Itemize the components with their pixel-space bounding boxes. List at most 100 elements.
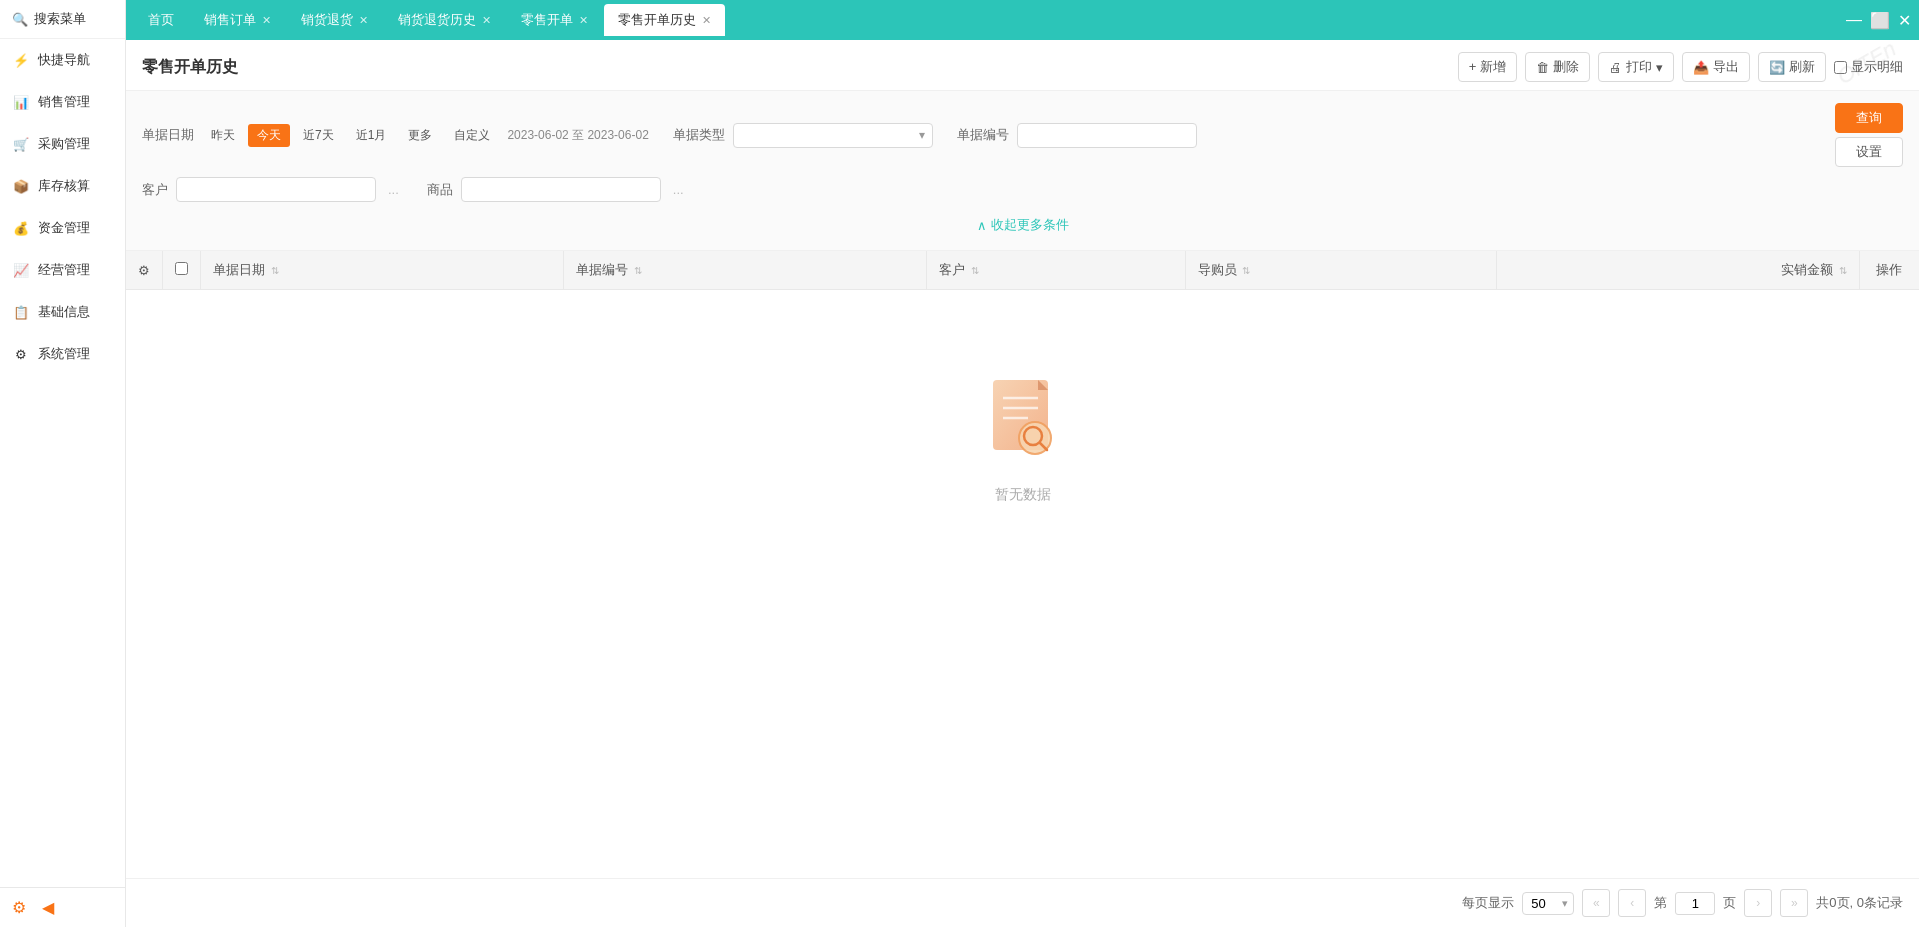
tab-sales-return[interactable]: 销货退货✕: [287, 4, 382, 36]
close-window-btn[interactable]: ✕: [1898, 11, 1911, 30]
sidebar-item-system[interactable]: ⚙ 系统管理: [0, 333, 125, 375]
date-filter-group: 单据日期 昨天今天近7天近1月更多自定义 2023-06-02 至 2023-0…: [142, 124, 649, 147]
print-button[interactable]: 🖨 打印 ▾: [1598, 52, 1674, 82]
tab-close-retail-open[interactable]: ✕: [579, 14, 588, 27]
sidebar-icon-sales-mgmt: 📊: [12, 93, 30, 111]
content-area: 零售开单历史 + 新增 🗑 删除 🖨 打印 ▾ 📤 导出 🔄: [126, 40, 1919, 927]
header-row: ⚙ 单据日期 ⇅ 单据编号 ⇅ 客户 ⇅: [126, 251, 1919, 290]
sidebar-item-inventory[interactable]: 📦 库存核算: [0, 165, 125, 207]
page-header: 零售开单历史 + 新增 🗑 删除 🖨 打印 ▾ 📤 导出 🔄: [126, 40, 1919, 91]
tab-close-sales-return-history[interactable]: ✕: [482, 14, 491, 27]
sidebar-label-basic-info: 基础信息: [38, 303, 90, 321]
th-actions: 操作: [1859, 251, 1919, 290]
next-page-btn[interactable]: ›: [1744, 889, 1772, 917]
select-all-checkbox[interactable]: [175, 262, 188, 275]
date-btn-last7[interactable]: 近7天: [294, 124, 343, 147]
sort-salesperson-icon: ⇅: [1242, 265, 1250, 276]
number-input[interactable]: [1017, 123, 1197, 148]
customer-dots[interactable]: ...: [384, 182, 403, 197]
display-toggle[interactable]: 显示明细: [1834, 58, 1903, 76]
empty-state: 暂无数据: [126, 290, 1919, 584]
page-label-pre: 第: [1654, 894, 1667, 912]
sidebar-label-purchase-mgmt: 采购管理: [38, 135, 90, 153]
date-filter-options: 昨天今天近7天近1月更多自定义: [202, 124, 499, 147]
prev-page-btn[interactable]: ‹: [1618, 889, 1646, 917]
date-btn-yesterday[interactable]: 昨天: [202, 124, 244, 147]
tab-label-sales-return-history: 销货退货历史: [398, 11, 476, 29]
sidebar-icon-purchase-mgmt: 🛒: [12, 135, 30, 153]
first-page-btn[interactable]: «: [1582, 889, 1610, 917]
th-amount[interactable]: 实销金额 ⇅: [1496, 251, 1859, 290]
restore-btn[interactable]: ⬜: [1870, 11, 1890, 30]
data-table: ⚙ 单据日期 ⇅ 单据编号 ⇅ 客户 ⇅: [126, 251, 1919, 290]
th-settings[interactable]: ⚙: [126, 251, 163, 290]
page-size-wrapper: 50 10 20 100: [1522, 892, 1574, 915]
type-select[interactable]: [733, 123, 933, 148]
collapse-icon: ∧: [977, 218, 987, 233]
th-salesperson[interactable]: 导购员 ⇅: [1185, 251, 1496, 290]
tab-home[interactable]: 首页: [134, 4, 188, 36]
date-range-display: 2023-06-02 至 2023-06-02: [507, 127, 648, 144]
sidebar-icon-operations: 📈: [12, 261, 30, 279]
main-area: 首页销售订单✕销货退货✕销货退货历史✕零售开单✕零售开单历史✕ — ⬜ ✕ 零售…: [126, 0, 1919, 927]
display-checkbox[interactable]: [1834, 61, 1847, 74]
sort-amount-icon: ⇅: [1839, 265, 1847, 276]
add-button[interactable]: + 新增: [1458, 52, 1517, 82]
export-button[interactable]: 📤 导出: [1682, 52, 1750, 82]
minimize-btn[interactable]: —: [1846, 11, 1862, 29]
sidebar-footer: ⚙ ◀: [0, 887, 125, 927]
settings-filter-button[interactable]: 设置: [1835, 137, 1903, 167]
customer-filter-label: 客户: [142, 181, 168, 199]
tab-sales-return-history[interactable]: 销货退货历史 ✕: [384, 4, 505, 36]
tab-close-sales-order[interactable]: ✕: [262, 14, 271, 27]
sidebar-item-sales-mgmt[interactable]: 📊 销售管理: [0, 81, 125, 123]
type-filter-group: 单据类型: [673, 123, 933, 148]
sidebar-item-operations[interactable]: 📈 经营管理: [0, 249, 125, 291]
page-total: 共0页, 0条记录: [1816, 894, 1903, 912]
sidebar-label-operations: 经营管理: [38, 261, 90, 279]
tab-retail-open[interactable]: 零售开单 ✕: [507, 4, 602, 36]
collapse-sidebar-btn[interactable]: ◀: [42, 898, 54, 917]
sidebar-item-quick-nav[interactable]: ⚡ 快捷导航: [0, 39, 125, 81]
collapse-filter-btn[interactable]: ∧ 收起更多条件: [965, 212, 1081, 238]
export-icon: 📤: [1693, 60, 1709, 75]
goods-dots[interactable]: ...: [669, 182, 688, 197]
th-checkbox[interactable]: [163, 251, 201, 290]
tab-retail-history[interactable]: 零售开单历史✕: [604, 4, 725, 36]
print-dropdown-icon: ▾: [1656, 60, 1663, 75]
sidebar-item-purchase-mgmt[interactable]: 🛒 采购管理: [0, 123, 125, 165]
th-customer[interactable]: 客户 ⇅: [926, 251, 1185, 290]
goods-input[interactable]: [461, 177, 661, 202]
tab-sales-order[interactable]: 销售订单✕: [190, 4, 285, 36]
date-btn-more[interactable]: 更多: [399, 124, 441, 147]
refresh-icon: 🔄: [1769, 60, 1785, 75]
delete-button[interactable]: 🗑 删除: [1525, 52, 1590, 82]
refresh-button[interactable]: 🔄 刷新: [1758, 52, 1826, 82]
date-filter-label: 单据日期: [142, 126, 194, 144]
sidebar-item-finance[interactable]: 💰 资金管理: [0, 207, 125, 249]
number-filter-group: 单据编号: [957, 123, 1197, 148]
empty-text: 暂无数据: [995, 486, 1051, 504]
date-btn-last1m[interactable]: 近1月: [347, 124, 396, 147]
toolbar: + 新增 🗑 删除 🖨 打印 ▾ 📤 导出 🔄 刷新: [1458, 52, 1903, 82]
settings-footer-btn[interactable]: ⚙: [12, 898, 26, 917]
page-size-select[interactable]: 50 10 20 100: [1522, 892, 1574, 915]
customer-input[interactable]: [176, 177, 376, 202]
date-btn-today[interactable]: 今天: [248, 124, 290, 147]
page-title: 零售开单历史: [142, 57, 238, 78]
tab-close-sales-return[interactable]: ✕: [359, 14, 368, 27]
sidebar-item-basic-info[interactable]: 📋 基础信息: [0, 291, 125, 333]
th-number[interactable]: 单据编号 ⇅: [563, 251, 926, 290]
sidebar-search[interactable]: 🔍 搜索菜单: [0, 0, 125, 39]
tab-close-retail-history[interactable]: ✕: [702, 14, 711, 27]
date-btn-custom[interactable]: 自定义: [445, 124, 499, 147]
page-input[interactable]: [1675, 892, 1715, 915]
customer-filter-group: 客户 ...: [142, 177, 403, 202]
query-button[interactable]: 查询: [1835, 103, 1903, 133]
tabbar-right: — ⬜ ✕: [1846, 11, 1911, 30]
last-page-btn[interactable]: »: [1780, 889, 1808, 917]
sidebar-icon-basic-info: 📋: [12, 303, 30, 321]
th-date[interactable]: 单据日期 ⇅: [201, 251, 564, 290]
tab-label-retail-open: 零售开单: [521, 11, 573, 29]
sidebar-icon-quick-nav: ⚡: [12, 51, 30, 69]
